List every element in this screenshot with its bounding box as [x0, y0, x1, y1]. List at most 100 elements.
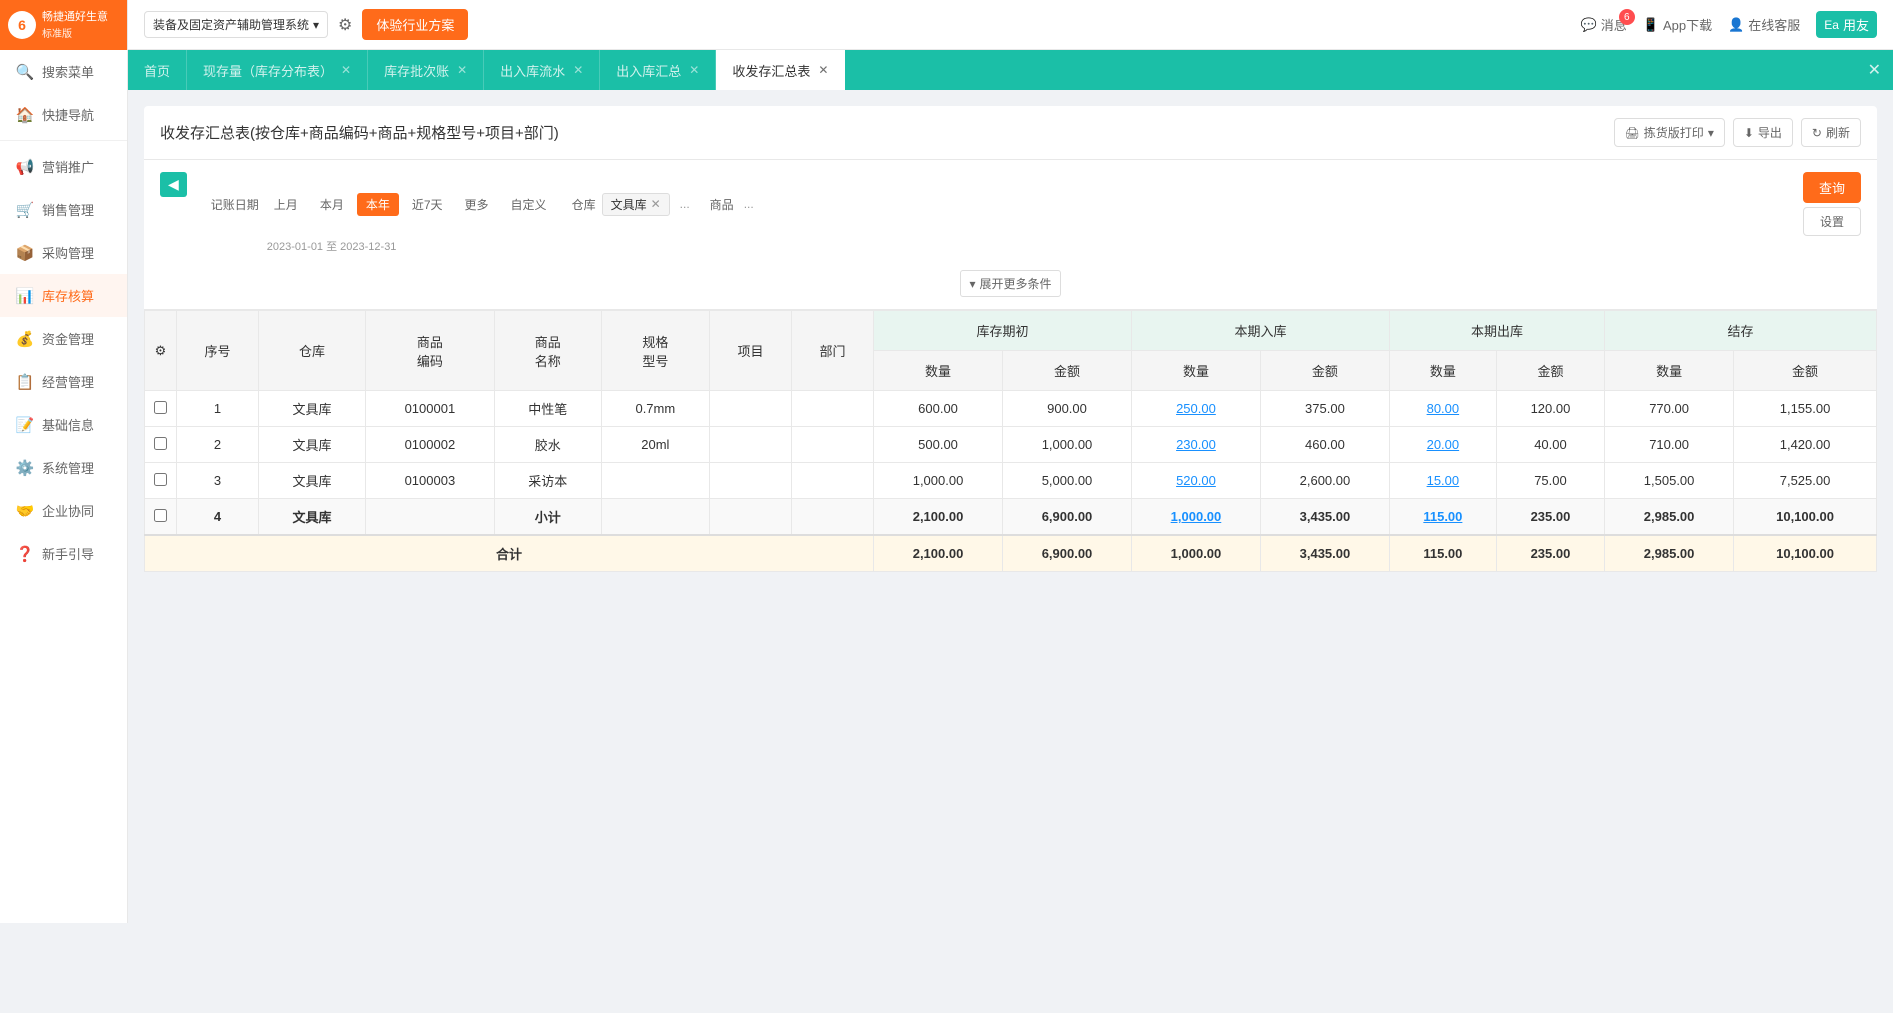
tabs-bar: 首页 现存量（库存分布表） ✕ 库存批次账 ✕ 出入库流水 ✕ 出入库汇总 ✕ …	[128, 50, 1893, 90]
refresh-btn[interactable]: ↻ 刷新	[1801, 118, 1861, 147]
sidebar-item-system[interactable]: ⚙️ 系统管理	[0, 446, 127, 489]
message-group[interactable]: 💬 消息 6	[1581, 15, 1627, 34]
sidebar-item-purchase-label: 采购管理	[42, 243, 94, 262]
th-in-qty: 数量	[1131, 351, 1260, 391]
sidebar-item-basic-label: 基础信息	[42, 415, 94, 434]
cell-link[interactable]: 520.00	[1176, 473, 1216, 488]
system-title-text: 装备及固定资产辅助管理系统	[153, 16, 309, 33]
app-name: 畅捷通好生意	[42, 10, 108, 25]
inventory-icon: 📊	[16, 287, 34, 305]
table-row: 1文具库0100001中性笔0.7mm600.00900.00250.00375…	[145, 391, 1877, 427]
filter-settings-btn[interactable]: 设置	[1803, 207, 1861, 236]
tab-flow[interactable]: 出入库流水 ✕	[484, 50, 600, 90]
experience-btn[interactable]: 体验行业方案	[362, 9, 468, 40]
message-icon: 💬	[1581, 17, 1597, 33]
cell-link[interactable]: 250.00	[1176, 401, 1216, 416]
th-settings[interactable]: ⚙	[145, 311, 177, 391]
tab-batch[interactable]: 库存批次账 ✕	[368, 50, 484, 90]
date-more[interactable]: 更多	[456, 193, 498, 216]
sidebar-item-quick-nav[interactable]: 🏠 快捷导航	[0, 93, 127, 136]
sidebar-item-inventory[interactable]: 📊 库存核算	[0, 274, 127, 317]
message-badge: 6	[1619, 9, 1635, 25]
home-icon: 🏠	[16, 106, 34, 124]
sidebar-item-basic[interactable]: 📝 基础信息	[0, 403, 127, 446]
warehouse-filter: 仓库 文具库 ✕ ...	[572, 193, 694, 216]
date-last-month[interactable]: 上月	[265, 193, 307, 216]
tab-home[interactable]: 首页	[128, 50, 187, 90]
cell-link[interactable]: 1,000.00	[1171, 509, 1222, 524]
th-in-amt: 金额	[1260, 351, 1389, 391]
cell-link[interactable]: 15.00	[1427, 473, 1460, 488]
cell-link[interactable]: 20.00	[1427, 437, 1460, 452]
date-filter: 记账日期 上月 本月 本年 近7天 更多 自定义	[211, 193, 556, 216]
warehouse-tag[interactable]: 文具库 ✕	[602, 193, 670, 216]
filter-row: 记账日期 上月 本月 本年 近7天 更多 自定义 仓库	[211, 172, 1861, 236]
refresh-label: 刷新	[1826, 124, 1850, 141]
date-options: 上月 本月 本年 近7天 更多 自定义	[265, 193, 556, 216]
date-this-month[interactable]: 本月	[311, 193, 353, 216]
goods-label: 商品	[710, 196, 734, 213]
goods-filter: 商品 ...	[710, 196, 758, 213]
total-bal-amt: 10,100.00	[1734, 535, 1877, 572]
tab-home-label: 首页	[144, 61, 170, 80]
warehouse-ellipsis[interactable]: ...	[676, 197, 694, 211]
date-custom[interactable]: 自定义	[502, 193, 556, 216]
close-all-tabs[interactable]: ✕	[1856, 60, 1893, 80]
tab-close-icon[interactable]: ✕	[341, 63, 351, 77]
total-out-amt: 235.00	[1496, 535, 1604, 572]
header: 装备及固定资产辅助管理系统 ▾ ⚙ 体验行业方案 💬 消息 6 📱 App下载 …	[128, 0, 1893, 50]
sidebar-item-enterprise[interactable]: 🤝 企业协同	[0, 489, 127, 532]
sidebar-item-marketing-label: 营销推广	[42, 157, 94, 176]
sidebar-item-search-label: 搜索菜单	[42, 62, 94, 81]
date-this-year[interactable]: 本年	[357, 193, 399, 216]
th-opening: 库存期初	[874, 311, 1132, 351]
tab-summary[interactable]: 出入库汇总 ✕	[600, 50, 716, 90]
total-label: 合计	[145, 535, 874, 572]
basic-icon: 📝	[16, 416, 34, 434]
print-btn[interactable]: 🖨 拣货版打印 ▾	[1614, 118, 1725, 147]
date-7days[interactable]: 近7天	[403, 193, 452, 216]
total-out-qty: 115.00	[1389, 535, 1496, 572]
cell-link[interactable]: 80.00	[1427, 401, 1460, 416]
th-goods-name: 商品名称	[494, 311, 601, 391]
system-title-select[interactable]: 装备及固定资产辅助管理系统 ▾	[144, 11, 328, 38]
mobile-icon: 📱	[1643, 17, 1659, 33]
settings-icon[interactable]: ⚙	[338, 15, 352, 35]
app-download-group[interactable]: 📱 App下载	[1643, 15, 1712, 34]
th-out-amt: 金额	[1496, 351, 1604, 391]
th-bal-qty: 数量	[1605, 351, 1734, 391]
cell-link[interactable]: 230.00	[1176, 437, 1216, 452]
query-btn[interactable]: 查询	[1803, 172, 1861, 203]
table-container: ⚙ 序号 仓库 商品编码 商品名称 规格型号 项目 部门 库存期初 本期入库 本…	[144, 310, 1877, 572]
tab-close-icon[interactable]: ✕	[457, 63, 467, 77]
sidebar-item-marketing[interactable]: 📢 营销推广	[0, 145, 127, 188]
export-icon: ⬇	[1744, 126, 1754, 140]
th-no: 序号	[177, 311, 259, 391]
export-btn[interactable]: ⬇ 导出	[1733, 118, 1793, 147]
sidebar-item-finance[interactable]: 💰 资金管理	[0, 317, 127, 360]
th-out: 本期出库	[1389, 311, 1604, 351]
sidebar-item-newbie[interactable]: ❓ 新手引导	[0, 532, 127, 575]
sidebar-item-search[interactable]: 🔍 搜索菜单	[0, 50, 127, 93]
sidebar-item-sales[interactable]: 🛒 销售管理	[0, 188, 127, 231]
sidebar-item-purchase[interactable]: 📦 采购管理	[0, 231, 127, 274]
page-title: 收发存汇总表(按仓库+商品编码+商品+规格型号+项目+部门)	[160, 122, 559, 143]
tab-close-icon[interactable]: ✕	[818, 63, 828, 77]
sidebar-item-inventory-label: 库存核算	[42, 286, 94, 305]
goods-ellipsis[interactable]: ...	[740, 197, 758, 211]
tab-stock-summary[interactable]: 收发存汇总表 ✕	[716, 50, 845, 90]
tab-close-icon[interactable]: ✕	[689, 63, 699, 77]
cell-link[interactable]: 115.00	[1423, 509, 1462, 524]
tab-current-stock[interactable]: 现存量（库存分布表） ✕	[187, 50, 368, 90]
online-service-group[interactable]: 👤 在线客服	[1728, 15, 1800, 34]
tab-close-icon[interactable]: ✕	[573, 63, 583, 77]
app-logo: 6 畅捷通好生意 标准版	[0, 0, 127, 50]
user-group[interactable]: Ea 用友	[1816, 11, 1877, 38]
app-download-label: App下载	[1663, 15, 1712, 34]
expand-more-btn[interactable]: ▾ 展开更多条件	[960, 270, 1060, 297]
sidebar-item-business[interactable]: 📋 经营管理	[0, 360, 127, 403]
warehouse-tag-close-icon[interactable]: ✕	[651, 197, 661, 211]
filter-collapse-btn[interactable]: ◀	[160, 172, 187, 197]
search-icon: 🔍	[16, 63, 34, 81]
service-icon: 👤	[1728, 17, 1744, 33]
